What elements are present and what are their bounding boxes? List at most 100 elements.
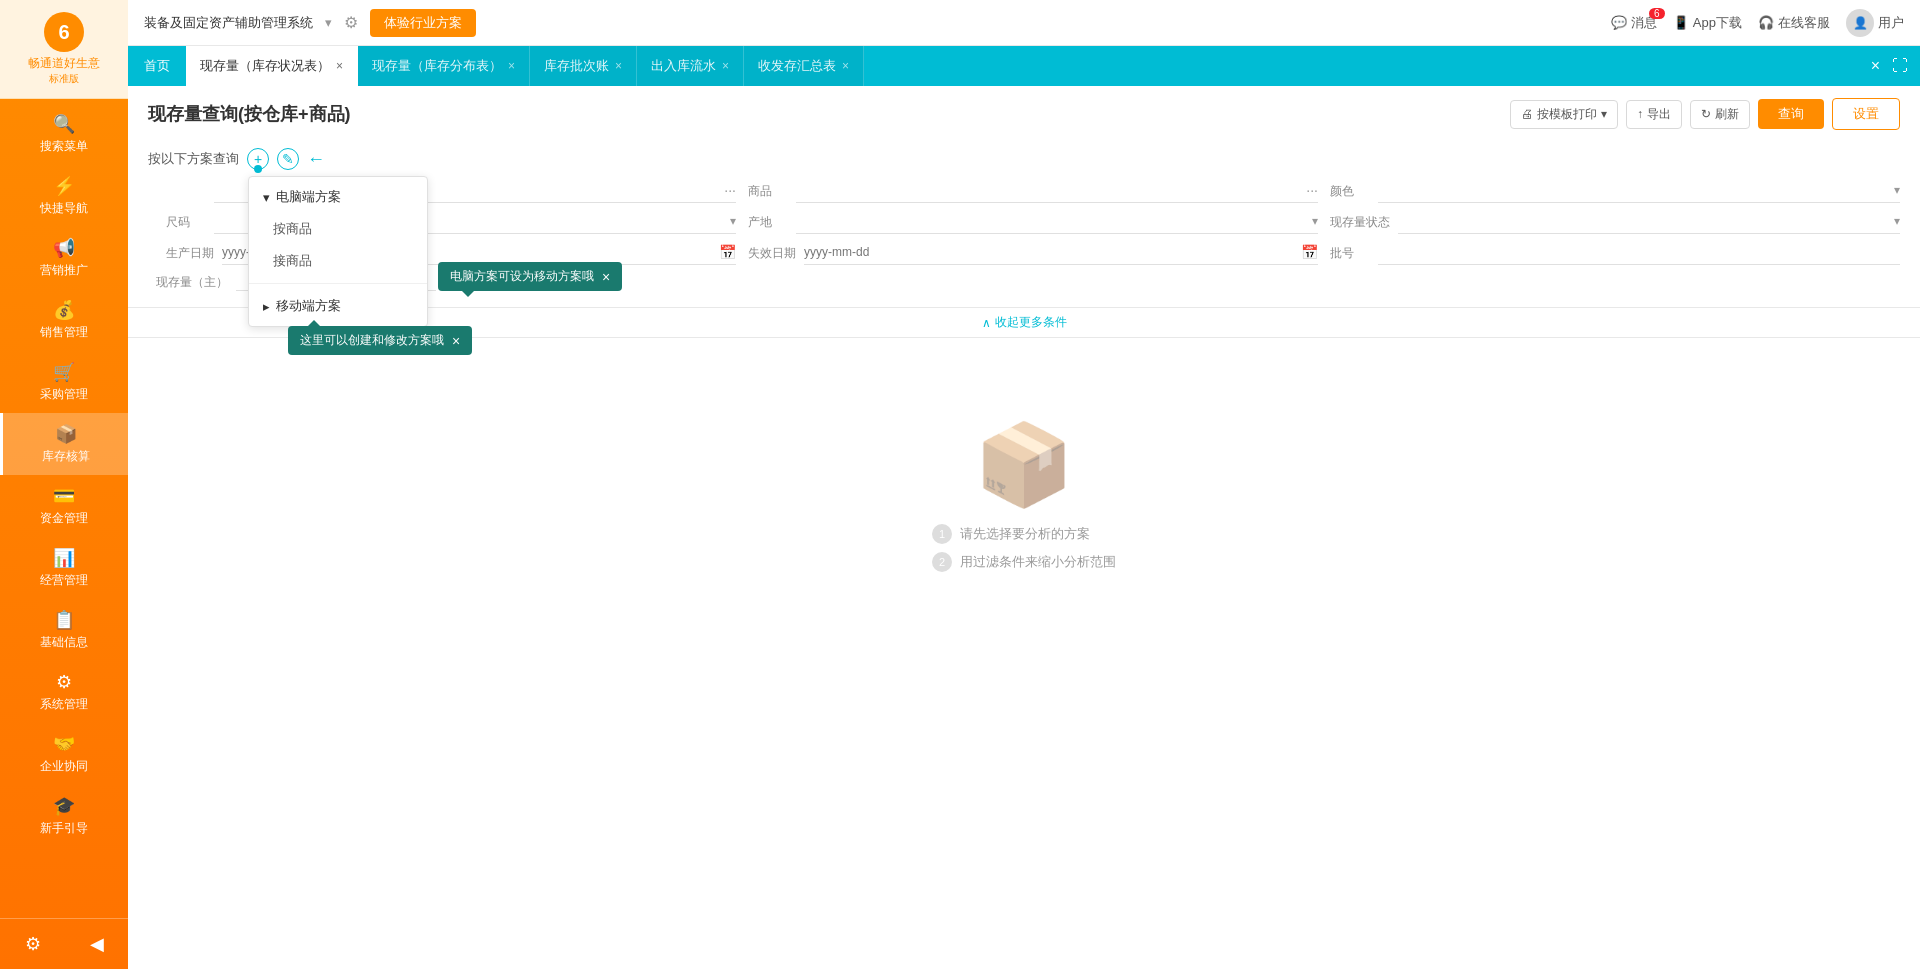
stock-status-input[interactable]	[1398, 211, 1894, 231]
print-btn[interactable]: 🖨 按模板打印 ▾	[1510, 100, 1618, 129]
message-icon: 💬	[1611, 15, 1627, 30]
sidebar-item-label: 基础信息	[40, 634, 88, 651]
tab-inventory-dist[interactable]: 现存量（库存分布表） ×	[358, 46, 530, 86]
sidebar-item-guide[interactable]: 🎓 新手引导	[0, 785, 128, 847]
origin-dropdown-icon[interactable]: ▾	[1312, 214, 1318, 228]
export-btn[interactable]: ↑ 导出	[1626, 100, 1682, 129]
color-dropdown-icon[interactable]: ▾	[1894, 183, 1900, 197]
sidebar-item-label: 采购管理	[40, 386, 88, 403]
topbar-gear-icon[interactable]: ⚙	[344, 13, 358, 32]
sidebar-item-purchase[interactable]: 🛒 采购管理	[0, 351, 128, 413]
empty-step-2: 2 用过滤条件来缩小分析范围	[932, 552, 1116, 572]
online-support-btn[interactable]: 🎧 在线客服	[1758, 14, 1830, 32]
tab-close-icon[interactable]: ×	[336, 59, 343, 73]
warehouse-dots-icon[interactable]: ···	[724, 182, 736, 198]
sidebar-item-label: 库存核算	[42, 448, 90, 465]
chevron-right-icon: ▸	[263, 299, 270, 314]
expire-date-calendar-icon[interactable]: 📅	[1301, 244, 1318, 260]
tab-fullscreen-icon[interactable]: ⛶	[1888, 53, 1912, 79]
tab-label: 出入库流水	[651, 57, 716, 75]
sidebar-item-search-menu[interactable]: 🔍 搜索菜单	[0, 103, 128, 165]
app-download-btn[interactable]: 📱 App下载	[1673, 14, 1742, 32]
scheme-item-label: 接商品	[273, 252, 312, 270]
sidebar-item-label: 新手引导	[40, 820, 88, 837]
batch-no-input[interactable]	[1378, 242, 1900, 262]
collapse-label: 收起更多条件	[995, 314, 1067, 331]
print-dropdown-icon: ▾	[1601, 107, 1607, 121]
sidebar-item-operation[interactable]: 📊 经营管理	[0, 537, 128, 599]
tabbar: 首页 现存量（库存状况表） × 现存量（库存分布表） × 库存批次账 × 出入库…	[128, 46, 1920, 86]
settings-icon[interactable]: ⚙	[21, 929, 45, 959]
arrow-left-icon[interactable]: ←	[307, 149, 325, 170]
goods-input[interactable]	[796, 180, 1306, 200]
search-btn[interactable]: 查询	[1758, 99, 1824, 129]
sidebar-item-system[interactable]: ⚙ 系统管理	[0, 661, 128, 723]
scheme-dropdown: ▾ 电脑端方案 按商品 接商品 ▸ 移	[248, 176, 428, 327]
add-scheme-btn[interactable]: +	[247, 148, 269, 170]
field-label-origin: 产地	[748, 214, 788, 231]
scheme-item-by-goods2[interactable]: 接商品	[249, 245, 427, 277]
reset-btn[interactable]: 设置	[1832, 98, 1900, 130]
expire-date-input[interactable]	[804, 242, 1297, 262]
sidebar-item-quick-nav[interactable]: ⚡ 快捷导航	[0, 165, 128, 227]
message-btn[interactable]: 💬 消息 6	[1611, 14, 1657, 32]
tab-close-icon[interactable]: ×	[615, 59, 622, 73]
tab-inventory-status[interactable]: 现存量（库存状况表） ×	[186, 46, 358, 86]
sidebar-item-label: 营销推广	[40, 262, 88, 279]
size-dropdown-icon[interactable]: ▾	[730, 214, 736, 228]
scheme-group-mobile: ▸ 移动端方案	[249, 286, 427, 326]
sidebar-item-base[interactable]: 📋 基础信息	[0, 599, 128, 661]
tab-close-icon[interactable]: ×	[842, 59, 849, 73]
sidebar-item-label: 经营管理	[40, 572, 88, 589]
topbar: 装备及固定资产辅助管理系统 ▾ ⚙ 体验行业方案 💬 消息 6 📱 App下载 …	[128, 0, 1920, 46]
tooltip-text-1: 电脑方案可设为移动方案哦	[450, 268, 594, 285]
tab-label: 库存批次账	[544, 57, 609, 75]
system-select-arrow[interactable]: ▾	[325, 15, 332, 30]
collapse-icon[interactable]: ◀	[86, 929, 108, 959]
scheme-group-text: 电脑端方案	[276, 188, 341, 206]
tab-home[interactable]: 首页	[128, 46, 186, 86]
refresh-btn[interactable]: ↻ 刷新	[1690, 100, 1750, 129]
user-btn[interactable]: 👤 用户	[1846, 9, 1904, 37]
sidebar-item-enterprise[interactable]: 🤝 企业协同	[0, 723, 128, 785]
inventory-icon: 📦	[55, 423, 77, 445]
tab-close-icon[interactable]: ×	[508, 59, 515, 73]
sidebar-item-finance[interactable]: 💳 资金管理	[0, 475, 128, 537]
step-label-2: 用过滤条件来缩小分析范围	[960, 553, 1116, 571]
scheme-item-by-goods[interactable]: 按商品	[249, 213, 427, 245]
tab-label: 现存量（库存分布表）	[372, 57, 502, 75]
page-header: 现存量查询(按仓库+商品) 🖨 按模板打印 ▾ ↑ 导出 ↻ 刷新 查询 设置	[128, 86, 1920, 138]
tab-close-all-icon[interactable]: ×	[1867, 53, 1884, 79]
goods-dots-icon[interactable]: ···	[1306, 182, 1318, 198]
tab-close-icon[interactable]: ×	[722, 59, 729, 73]
sidebar-item-label: 企业协同	[40, 758, 88, 775]
sidebar-item-label: 快捷导航	[40, 200, 88, 217]
sidebar-item-inventory[interactable]: 📦 库存核算	[0, 413, 128, 475]
tab-inout-flow[interactable]: 出入库流水 ×	[637, 46, 744, 86]
origin-input[interactable]	[796, 211, 1312, 231]
filter-section: 按以下方案查询 + ✎ ← ▾ 电脑端方案 按商品	[128, 138, 1920, 338]
tooltip-close-2[interactable]: ×	[452, 333, 460, 349]
field-label-stock-main: 现存量（主）	[156, 274, 228, 291]
scheme-group-text: 移动端方案	[276, 297, 341, 315]
color-input[interactable]	[1378, 180, 1894, 200]
tab-label: 现存量（库存状况表）	[200, 57, 330, 75]
trial-btn[interactable]: 体验行业方案	[370, 9, 476, 37]
tab-batch-account[interactable]: 库存批次账 ×	[530, 46, 637, 86]
sales-icon: 💰	[53, 299, 75, 321]
scheme-group-label-mobile: ▸ 移动端方案	[249, 290, 427, 322]
tooltip-close-1[interactable]: ×	[602, 269, 610, 285]
guide-icon: 🎓	[53, 795, 75, 817]
edit-scheme-btn[interactable]: ✎	[277, 148, 299, 170]
filter-field-origin: 产地 ▾	[748, 211, 1318, 234]
sidebar-item-label: 资金管理	[40, 510, 88, 527]
produce-date-calendar-icon[interactable]: 📅	[719, 244, 736, 260]
stock-status-dropdown-icon[interactable]: ▾	[1894, 214, 1900, 228]
step-num-1: 1	[932, 524, 952, 544]
export-icon: ↑	[1637, 107, 1643, 121]
scheme-group-label-pc: ▾ 电脑端方案	[249, 181, 427, 213]
sidebar-item-marketing[interactable]: 📢 营销推广	[0, 227, 128, 289]
tab-receive-summary[interactable]: 收发存汇总表 ×	[744, 46, 864, 86]
tooltip-callout-2: 这里可以创建和修改方案哦 ×	[288, 326, 472, 355]
sidebar-item-sales[interactable]: 💰 销售管理	[0, 289, 128, 351]
